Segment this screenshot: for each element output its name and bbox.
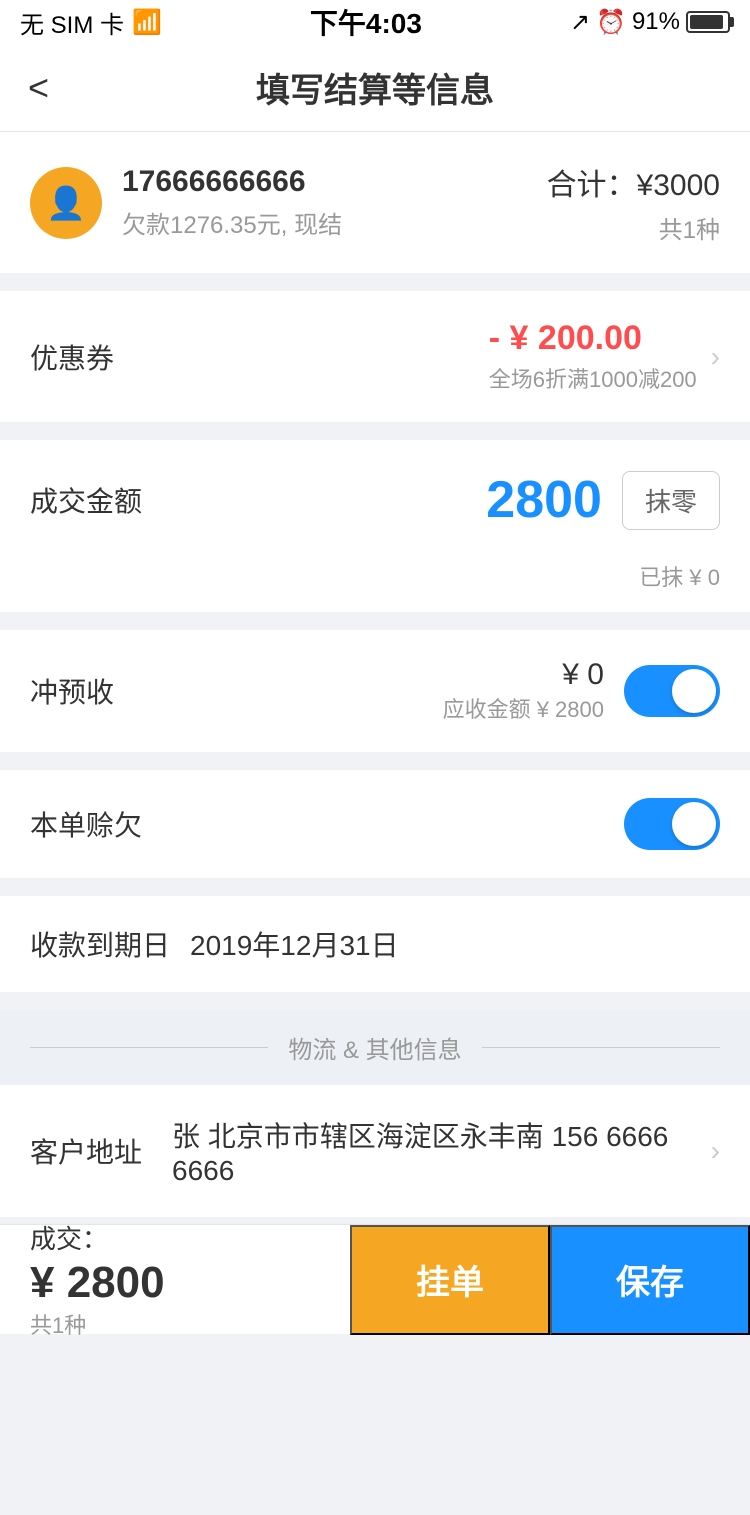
user-card: 👤 17666666666 欠款1276.35元, 现结 合计：¥3000 共1… xyxy=(0,132,750,273)
pending-button[interactable]: 挂单 xyxy=(350,1225,550,1335)
page-title: 填写结算等信息 xyxy=(256,63,494,112)
duedate-label: 收款到期日 xyxy=(30,924,170,964)
deal-amount-label: 成交金额 xyxy=(30,480,142,520)
pre-receive-amount: ¥ 0 xyxy=(443,658,604,692)
user-details: 17666666666 欠款1276.35元, 现结 xyxy=(122,165,342,240)
address-row[interactable]: 客户地址 张 北京市市辖区海淀区永丰南 156 6666 6666 › xyxy=(0,1085,750,1217)
writeoff-label: 本单赊欠 xyxy=(30,804,142,844)
coupon-label: 优惠券 xyxy=(30,337,114,377)
writeoff-toggle-knob xyxy=(672,802,716,846)
status-left: 无 SIM 卡 📶 xyxy=(20,5,162,40)
coupon-desc: 全场6折满1000减200 xyxy=(489,362,697,394)
back-button[interactable]: < xyxy=(28,67,49,109)
bottom-bar: 成交： ¥ 2800 共1种 挂单 保存 xyxy=(0,1224,750,1334)
address-section: 客户地址 张 北京市市辖区海淀区永丰南 156 6666 6666 › xyxy=(0,1085,750,1217)
duedate-value: 2019年12月31日 xyxy=(190,924,399,964)
pre-receive-sub: 应收金额 ¥ 2800 xyxy=(443,692,604,724)
user-phone: 17666666666 xyxy=(122,165,342,199)
deal-amount-right: 2800 抹零 xyxy=(486,470,720,530)
status-time: 下午4:03 xyxy=(310,2,422,42)
address-label: 客户地址 xyxy=(30,1131,142,1171)
round-zero-button[interactable]: 抹零 xyxy=(622,471,720,530)
toggle-knob xyxy=(672,669,716,713)
wifi-icon: 📶 xyxy=(132,8,162,37)
duedate-section: 收款到期日 2019年12月31日 xyxy=(0,896,750,992)
total-amount: 合计：¥3000 xyxy=(547,160,720,204)
pre-receive-divider xyxy=(0,612,750,630)
status-bar: 无 SIM 卡 📶 下午4:03 ↗ ⏰ 91% xyxy=(0,0,750,44)
coupon-amount: - ¥ 200.00 xyxy=(489,319,697,358)
nav-bar: < 填写结算等信息 xyxy=(0,44,750,132)
writeoff-row: 本单赊欠 xyxy=(0,770,750,878)
writeoff-toggle[interactable] xyxy=(624,798,720,850)
bottom-amount: ¥ 2800 xyxy=(30,1258,320,1308)
location-icon: ↗ xyxy=(570,8,590,37)
pre-receive-right: ¥ 0 应收金额 ¥ 2800 xyxy=(443,658,720,724)
deal-amount-row: 成交金额 2800 抹零 xyxy=(0,440,750,560)
bottom-summary: 成交： ¥ 2800 共1种 xyxy=(0,1219,350,1340)
status-right: ↗ ⏰ 91% xyxy=(570,8,730,37)
battery-text: 91% xyxy=(632,8,680,36)
address-chevron-icon: › xyxy=(711,1135,720,1167)
user-info-left: 👤 17666666666 欠款1276.35元, 现结 xyxy=(30,165,342,240)
user-subtitle: 欠款1276.35元, 现结 xyxy=(122,205,342,240)
avatar: 👤 xyxy=(30,167,102,239)
alarm-icon: ⏰ xyxy=(596,8,626,37)
divider-line-left xyxy=(30,1047,268,1048)
deal-sub-text: 已抹 ¥ 0 xyxy=(0,560,750,612)
divider-line-right xyxy=(482,1047,720,1048)
deal-section: 成交金额 2800 抹零 已抹 ¥ 0 冲预收 ¥ 0 应收金额 ¥ 2800 xyxy=(0,440,750,752)
address-value: 张 北京市市辖区海淀区永丰南 156 6666 6666 xyxy=(172,1115,711,1187)
logistics-divider: 物流 & 其他信息 xyxy=(0,1010,750,1085)
save-button[interactable]: 保存 xyxy=(550,1225,750,1335)
total-count: 共1种 xyxy=(547,210,720,245)
deal-amount-value: 2800 xyxy=(486,470,602,530)
coupon-right: - ¥ 200.00 全场6折满1000减200 › xyxy=(489,319,720,394)
pre-receive-toggle[interactable] xyxy=(624,665,720,717)
writeoff-section: 本单赊欠 xyxy=(0,770,750,878)
coupon-section: 优惠券 - ¥ 200.00 全场6折满1000减200 › xyxy=(0,291,750,422)
duedate-row: 收款到期日 2019年12月31日 xyxy=(0,896,750,992)
battery-icon xyxy=(686,11,730,33)
pre-receive-label: 冲预收 xyxy=(30,671,114,711)
coupon-chevron-icon: › xyxy=(711,341,720,373)
carrier-text: 无 SIM 卡 xyxy=(20,5,124,40)
user-total: 合计：¥3000 共1种 xyxy=(547,160,720,245)
logistics-label: 物流 & 其他信息 xyxy=(288,1030,461,1065)
bottom-deal-label: 成交： xyxy=(30,1219,320,1256)
pre-receive-row: 冲预收 ¥ 0 应收金额 ¥ 2800 xyxy=(0,630,750,752)
coupon-row[interactable]: 优惠券 - ¥ 200.00 全场6折满1000减200 › xyxy=(0,291,750,422)
